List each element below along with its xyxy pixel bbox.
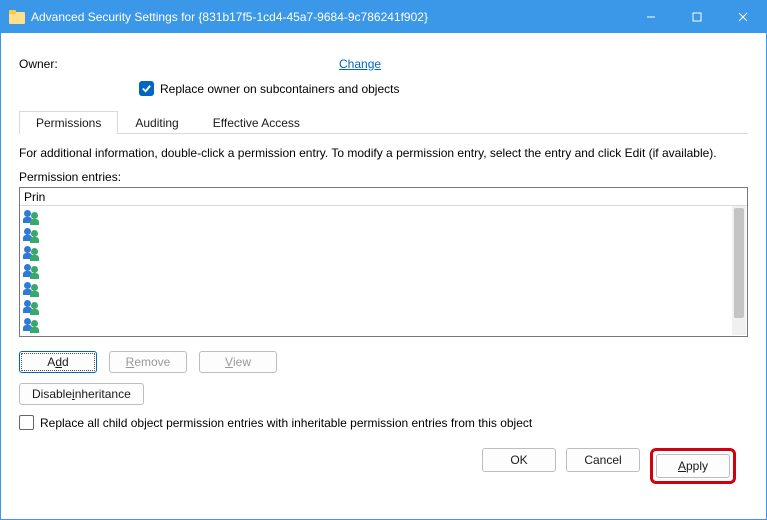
tab-auditing[interactable]: Auditing xyxy=(118,111,195,134)
minimize-button[interactable] xyxy=(628,1,674,33)
add-button[interactable]: Add xyxy=(19,351,97,373)
principal-icon xyxy=(24,282,42,296)
window-title: Advanced Security Settings for {831b17f5… xyxy=(31,10,428,24)
maximize-button[interactable] xyxy=(674,1,720,33)
permission-entry[interactable] xyxy=(24,262,743,280)
replace-all-children-checkbox[interactable] xyxy=(19,415,34,430)
permission-entry[interactable] xyxy=(24,316,743,334)
dialog-body: Owner: Change Replace owner on subcontai… xyxy=(1,33,766,494)
apply-button[interactable]: Apply xyxy=(656,454,730,478)
title-bar: Advanced Security Settings for {831b17f5… xyxy=(1,1,766,33)
tab-effective-access[interactable]: Effective Access xyxy=(196,111,317,134)
permission-entries-list[interactable]: Prin xyxy=(19,187,748,337)
permission-entry[interactable] xyxy=(24,280,743,298)
principal-icon xyxy=(24,246,42,260)
scrollbar-thumb[interactable] xyxy=(734,208,744,318)
ok-button[interactable]: OK xyxy=(482,448,556,472)
permission-entry[interactable] xyxy=(24,244,743,262)
replace-owner-label: Replace owner on subcontainers and objec… xyxy=(160,82,399,96)
principal-icon xyxy=(24,300,42,314)
cancel-button[interactable]: Cancel xyxy=(566,448,640,472)
permission-entry[interactable] xyxy=(24,208,743,226)
principal-icon xyxy=(24,228,42,242)
principal-icon xyxy=(24,318,42,332)
view-button[interactable]: View xyxy=(199,351,277,373)
close-button[interactable] xyxy=(720,1,766,33)
apply-highlight: Apply xyxy=(650,448,736,484)
entries-label: Permission entries: xyxy=(19,170,748,184)
replace-owner-checkbox[interactable] xyxy=(139,81,154,96)
entries-column-header[interactable]: Prin xyxy=(20,188,747,206)
tab-permissions[interactable]: Permissions xyxy=(19,111,118,134)
disable-inheritance-button[interactable]: Disable inheritance xyxy=(19,383,144,405)
folder-icon xyxy=(9,10,25,24)
remove-button[interactable]: Remove xyxy=(109,351,187,373)
permission-entry[interactable] xyxy=(24,226,743,244)
permission-entry[interactable] xyxy=(24,298,743,316)
entries-scrollbar[interactable] xyxy=(732,206,746,335)
change-owner-link[interactable]: Change xyxy=(339,57,381,71)
principal-icon xyxy=(24,264,42,278)
hint-text: For additional information, double-click… xyxy=(19,146,748,160)
principal-icon xyxy=(24,210,42,224)
replace-all-children-label: Replace all child object permission entr… xyxy=(40,416,532,430)
tab-strip: Permissions Auditing Effective Access xyxy=(19,110,748,134)
owner-label: Owner: xyxy=(19,57,339,71)
